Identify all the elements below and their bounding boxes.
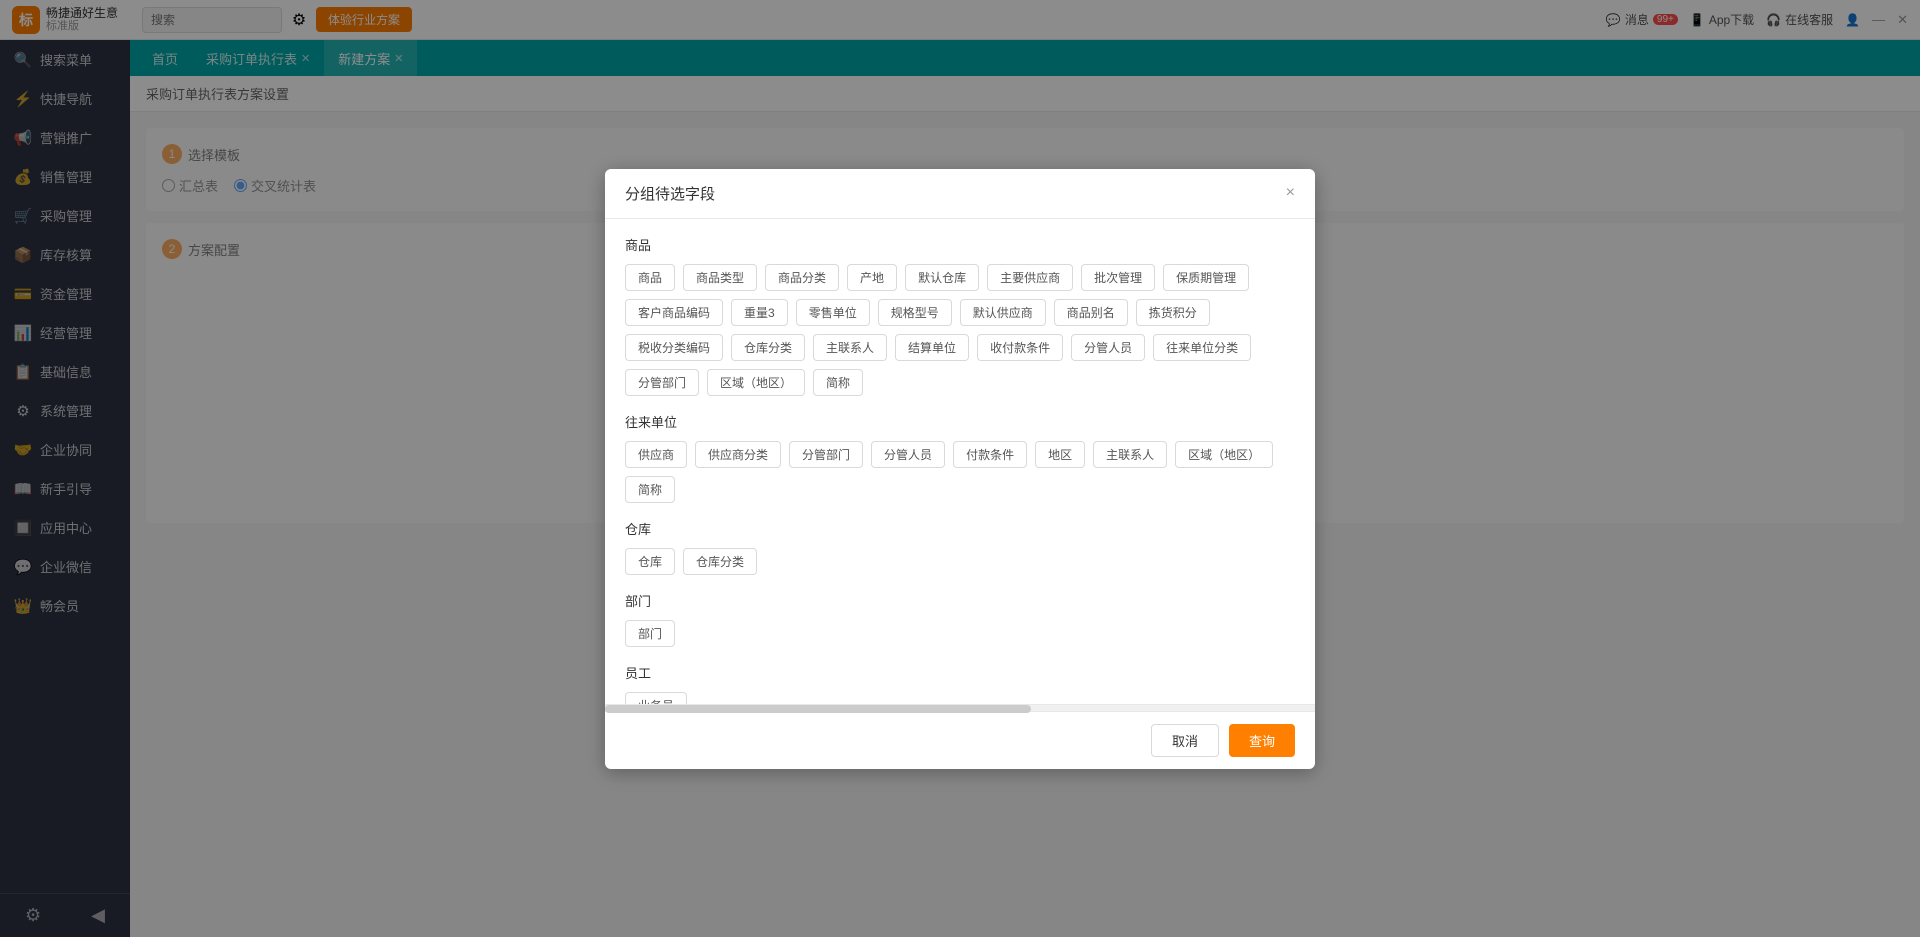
modal-footer: 取消 查询 <box>605 711 1315 769</box>
modal-hscroll-thumb <box>605 705 1031 713</box>
field-tags-1: 供应商供应商分类分管部门分管人员付款条件地区主联系人区域（地区） 简称 <box>625 441 1295 503</box>
modal-body: 商品商品商品类型商品分类产地默认仓库主要供应商批次管理保质期管理客户商品编码重量… <box>605 219 1315 704</box>
field-tag-1-6[interactable]: 主联系人 <box>1093 441 1167 468</box>
modal-close-button[interactable]: × <box>1286 185 1295 201</box>
modal-title: 分组待选字段 <box>625 183 715 204</box>
modal-section-3: 部门部门 <box>625 591 1295 647</box>
field-tag-0-0[interactable]: 商品 <box>625 264 675 291</box>
field-tags-3: 部门 <box>625 620 1295 647</box>
modal-section-4: 员工业务员 <box>625 663 1295 704</box>
modal-overlay: 分组待选字段 × 商品商品商品类型商品分类产地默认仓库主要供应商批次管理保质期管… <box>0 0 1920 937</box>
field-tag-1-2[interactable]: 分管部门 <box>789 441 863 468</box>
field-tag-0-6[interactable]: 批次管理 <box>1081 264 1155 291</box>
field-tag-0-11[interactable]: 规格型号 <box>878 299 952 326</box>
field-tag-0-4[interactable]: 默认仓库 <box>905 264 979 291</box>
field-tag-0-10[interactable]: 零售单位 <box>796 299 870 326</box>
field-tag-0-9[interactable]: 重量3 <box>731 299 788 326</box>
field-tag-0-12[interactable]: 默认供应商 <box>960 299 1046 326</box>
field-tag-0-19[interactable]: 收付款条件 <box>977 334 1063 361</box>
field-tag-0-3[interactable]: 产地 <box>847 264 897 291</box>
field-tag-0-20[interactable]: 分管人员 <box>1071 334 1145 361</box>
field-tag-4-0[interactable]: 业务员 <box>625 692 687 704</box>
field-tags-0: 商品商品类型商品分类产地默认仓库主要供应商批次管理保质期管理客户商品编码重量3 零… <box>625 264 1295 396</box>
field-tag-0-7[interactable]: 保质期管理 <box>1163 264 1249 291</box>
field-tag-0-8[interactable]: 客户商品编码 <box>625 299 723 326</box>
field-tag-0-22[interactable]: 分管部门 <box>625 369 699 396</box>
cancel-button[interactable]: 取消 <box>1151 724 1219 757</box>
field-tag-1-1[interactable]: 供应商分类 <box>695 441 781 468</box>
section-title-4: 员工 <box>625 663 1295 682</box>
modal-horizontal-scrollbar[interactable] <box>605 704 1315 711</box>
field-tag-0-14[interactable]: 拣货积分 <box>1136 299 1210 326</box>
field-tag-3-0[interactable]: 部门 <box>625 620 675 647</box>
modal-section-1: 往来单位供应商供应商分类分管部门分管人员付款条件地区主联系人区域（地区） 简称 <box>625 412 1295 503</box>
field-tag-0-23[interactable]: 区域（地区） <box>707 369 805 396</box>
modal-dialog: 分组待选字段 × 商品商品商品类型商品分类产地默认仓库主要供应商批次管理保质期管… <box>605 169 1315 769</box>
field-tag-0-24[interactable]: 简称 <box>813 369 863 396</box>
field-tag-2-1[interactable]: 仓库分类 <box>683 548 757 575</box>
field-tags-2: 仓库仓库分类 <box>625 548 1295 575</box>
field-tags-4: 业务员 <box>625 692 1295 704</box>
section-title-3: 部门 <box>625 591 1295 610</box>
field-tag-0-1[interactable]: 商品类型 <box>683 264 757 291</box>
modal-header: 分组待选字段 × <box>605 169 1315 219</box>
section-title-1: 往来单位 <box>625 412 1295 431</box>
section-title-0: 商品 <box>625 235 1295 254</box>
field-tag-0-2[interactable]: 商品分类 <box>765 264 839 291</box>
field-tag-1-0[interactable]: 供应商 <box>625 441 687 468</box>
field-tag-0-15[interactable]: 税收分类编码 <box>625 334 723 361</box>
modal-section-2: 仓库仓库仓库分类 <box>625 519 1295 575</box>
field-tag-1-8[interactable]: 简称 <box>625 476 675 503</box>
field-tag-0-18[interactable]: 结算单位 <box>895 334 969 361</box>
field-tag-2-0[interactable]: 仓库 <box>625 548 675 575</box>
field-tag-0-17[interactable]: 主联系人 <box>813 334 887 361</box>
field-tag-1-4[interactable]: 付款条件 <box>953 441 1027 468</box>
field-tag-1-5[interactable]: 地区 <box>1035 441 1085 468</box>
field-tag-1-7[interactable]: 区域（地区） <box>1175 441 1273 468</box>
field-tag-0-13[interactable]: 商品别名 <box>1054 299 1128 326</box>
section-title-2: 仓库 <box>625 519 1295 538</box>
field-tag-0-16[interactable]: 仓库分类 <box>731 334 805 361</box>
confirm-button[interactable]: 查询 <box>1229 724 1295 757</box>
modal-section-0: 商品商品商品类型商品分类产地默认仓库主要供应商批次管理保质期管理客户商品编码重量… <box>625 235 1295 396</box>
field-tag-0-5[interactable]: 主要供应商 <box>987 264 1073 291</box>
field-tag-1-3[interactable]: 分管人员 <box>871 441 945 468</box>
field-tag-0-21[interactable]: 往来单位分类 <box>1153 334 1251 361</box>
